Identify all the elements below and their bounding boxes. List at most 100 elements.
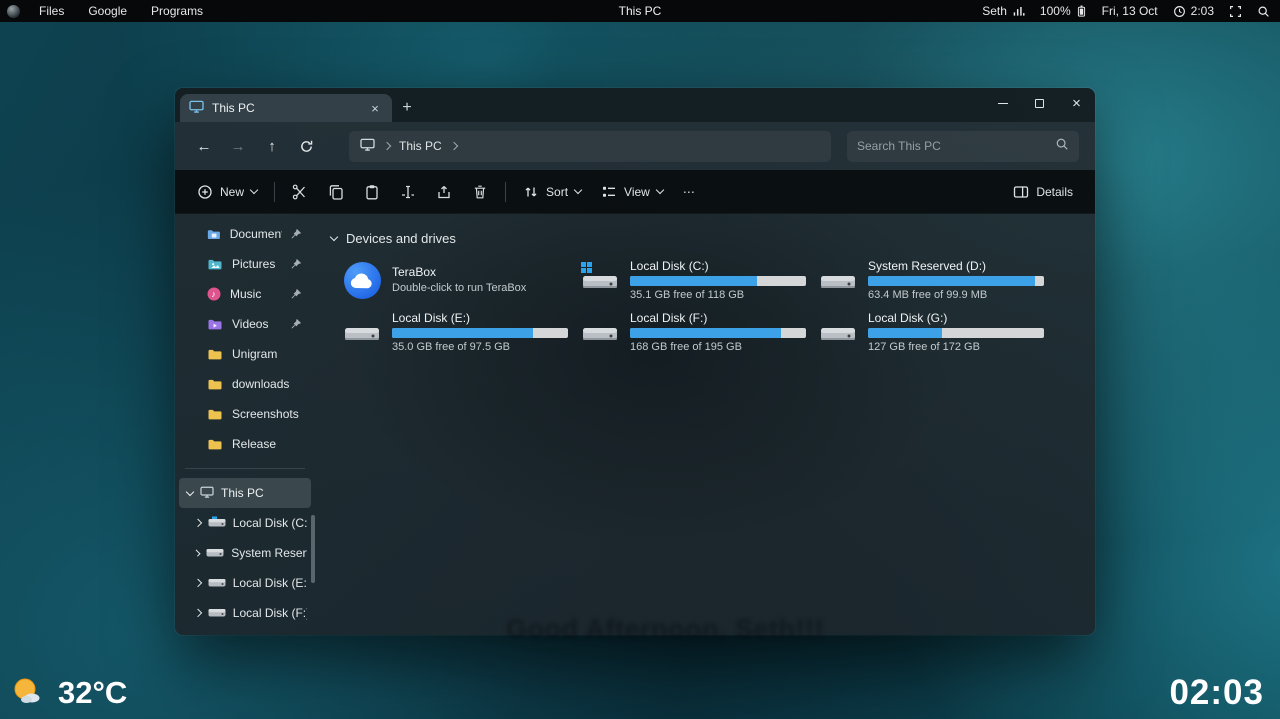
close-button[interactable]: × bbox=[1058, 88, 1095, 118]
tab-this-pc[interactable]: This PC × bbox=[180, 94, 392, 122]
search-icon[interactable] bbox=[1055, 137, 1069, 156]
sidebar-item-videos[interactable]: Videos bbox=[179, 309, 311, 339]
system-logo-icon[interactable] bbox=[7, 4, 20, 18]
item-subtitle: Double-click to run TeraBox bbox=[392, 282, 527, 294]
capacity-bar-fill bbox=[392, 327, 533, 338]
breadcrumb[interactable]: This PC bbox=[399, 139, 442, 153]
chevron-down-icon bbox=[249, 185, 259, 195]
new-label: New bbox=[220, 184, 245, 199]
monitor-icon bbox=[200, 486, 214, 501]
drive-icon bbox=[821, 328, 855, 340]
chevron-down-icon[interactable] bbox=[185, 487, 195, 496]
time-indicator[interactable]: 2:03 bbox=[1173, 4, 1214, 18]
content-area: Devices and drives TeraBox Double-click … bbox=[315, 214, 1095, 635]
date-indicator[interactable]: Fri, 13 Oct bbox=[1102, 4, 1158, 18]
user-indicator[interactable]: Seth bbox=[982, 4, 1025, 18]
sidebar-item-documents[interactable]: Documents bbox=[179, 219, 311, 249]
navigation-bar: ← → ↑ This PC bbox=[175, 122, 1095, 170]
drives-grid: TeraBox Double-click to run TeraBox Loca… bbox=[339, 257, 1095, 355]
share-button[interactable] bbox=[426, 175, 462, 209]
item-name: TeraBox bbox=[392, 265, 437, 279]
activity-chart-icon bbox=[1012, 5, 1025, 18]
fullscreen-icon[interactable] bbox=[1229, 5, 1242, 18]
capacity-bar-fill bbox=[868, 327, 942, 338]
sidebar-item-system-reserved[interactable]: System Reserved (D:) bbox=[179, 538, 311, 568]
sidebar: Documents Pictures ♪ Music Videos Unigra… bbox=[175, 214, 315, 635]
chevron-right-icon[interactable] bbox=[193, 518, 203, 528]
menu-google[interactable]: Google bbox=[77, 4, 138, 18]
sidebar-item-local-disk-c[interactable]: Local Disk (C:) bbox=[179, 508, 311, 538]
menu-files[interactable]: Files bbox=[28, 4, 75, 18]
tab-close-icon[interactable]: × bbox=[367, 101, 383, 116]
toolbar-divider bbox=[274, 181, 276, 202]
drive-item-d[interactable]: System Reserved (D:) 63.4 MB free of 99.… bbox=[815, 257, 1053, 303]
delete-button[interactable] bbox=[462, 175, 498, 209]
up-button[interactable]: ↑ bbox=[255, 131, 289, 161]
search-input[interactable] bbox=[857, 139, 1055, 153]
search-icon[interactable] bbox=[1257, 5, 1270, 18]
forward-button[interactable]: → bbox=[221, 131, 255, 161]
sidebar-item-this-pc[interactable]: This PC bbox=[179, 478, 311, 508]
sidebar-item-screenshots[interactable]: Screenshots bbox=[179, 399, 311, 429]
drive-icon bbox=[208, 576, 226, 591]
sidebar-item-label: Release bbox=[232, 437, 277, 451]
menu-programs[interactable]: Programs bbox=[140, 4, 214, 18]
cut-button[interactable] bbox=[282, 175, 318, 209]
breadcrumb-chevron-icon bbox=[382, 141, 392, 151]
view-button[interactable]: View bbox=[591, 175, 673, 209]
music-icon: ♪ bbox=[207, 287, 221, 301]
folder-icon bbox=[208, 379, 222, 389]
section-header-devices-and-drives[interactable]: Devices and drives bbox=[315, 227, 1095, 249]
new-tab-button[interactable]: + bbox=[392, 94, 422, 122]
sidebar-item-local-disk-e[interactable]: Local Disk (E:) bbox=[179, 568, 311, 598]
drive-item-e[interactable]: Local Disk (E:) 35.0 GB free of 97.5 GB bbox=[339, 309, 577, 355]
details-button[interactable]: Details bbox=[1003, 175, 1083, 209]
terabox-cloud-icon bbox=[343, 261, 381, 299]
refresh-button[interactable] bbox=[289, 131, 323, 161]
address-bar[interactable]: This PC bbox=[349, 130, 831, 162]
sidebar-scrollbar[interactable] bbox=[311, 515, 315, 583]
drive-item-c[interactable]: Local Disk (C:) 35.1 GB free of 118 GB bbox=[577, 257, 815, 303]
battery-indicator[interactable]: 100% bbox=[1040, 4, 1087, 18]
pin-icon bbox=[291, 319, 301, 329]
drive-free-space: 35.0 GB free of 97.5 GB bbox=[392, 340, 511, 353]
svg-text:♪: ♪ bbox=[211, 289, 216, 299]
rename-button[interactable] bbox=[390, 175, 426, 209]
copy-button[interactable] bbox=[318, 175, 354, 209]
sidebar-item-music[interactable]: ♪ Music bbox=[179, 279, 311, 309]
pin-icon bbox=[291, 229, 301, 239]
capacity-bar bbox=[868, 275, 1044, 286]
chevron-right-icon[interactable] bbox=[193, 549, 201, 557]
chevron-down-icon[interactable] bbox=[329, 232, 339, 241]
more-options-button[interactable]: ⋯ bbox=[673, 175, 705, 209]
weather-widget: 32°C bbox=[10, 675, 127, 711]
search-box[interactable] bbox=[847, 130, 1079, 162]
capacity-bar bbox=[630, 275, 806, 286]
sidebar-item-local-disk-f[interactable]: Local Disk (F:) bbox=[179, 598, 311, 628]
drive-item-g[interactable]: Local Disk (G:) 127 GB free of 172 GB bbox=[815, 309, 1053, 355]
tab-label: This PC bbox=[212, 101, 255, 115]
sidebar-item-label: Local Disk (F:) bbox=[232, 606, 307, 620]
sidebar-item-downloads[interactable]: downloads bbox=[179, 369, 311, 399]
new-button[interactable]: New bbox=[187, 175, 267, 209]
weather-temperature: 32°C bbox=[58, 675, 128, 710]
sidebar-item-release[interactable]: Release bbox=[179, 429, 311, 459]
drive-name: Local Disk (G:) bbox=[868, 310, 948, 325]
back-button[interactable]: ← bbox=[187, 131, 221, 161]
chevron-right-icon[interactable] bbox=[193, 608, 203, 618]
sidebar-item-unigram[interactable]: Unigram bbox=[179, 339, 311, 369]
terabox-item[interactable]: TeraBox Double-click to run TeraBox bbox=[339, 257, 577, 303]
chevron-right-icon[interactable] bbox=[193, 578, 203, 588]
paste-button[interactable] bbox=[354, 175, 390, 209]
minimize-button[interactable] bbox=[984, 88, 1021, 118]
maximize-button[interactable] bbox=[1021, 88, 1058, 118]
sort-label: Sort bbox=[546, 184, 569, 199]
sidebar-item-label: Music bbox=[230, 287, 262, 301]
sort-button[interactable]: Sort bbox=[513, 175, 591, 209]
sidebar-item-pictures[interactable]: Pictures bbox=[179, 249, 311, 279]
sidebar-item-label: This PC bbox=[221, 486, 264, 500]
drive-item-f[interactable]: Local Disk (F:) 168 GB free of 195 GB bbox=[577, 309, 815, 355]
ellipsis-icon: ⋯ bbox=[682, 184, 695, 199]
drive-icon bbox=[583, 328, 617, 340]
view-label: View bbox=[624, 184, 650, 199]
